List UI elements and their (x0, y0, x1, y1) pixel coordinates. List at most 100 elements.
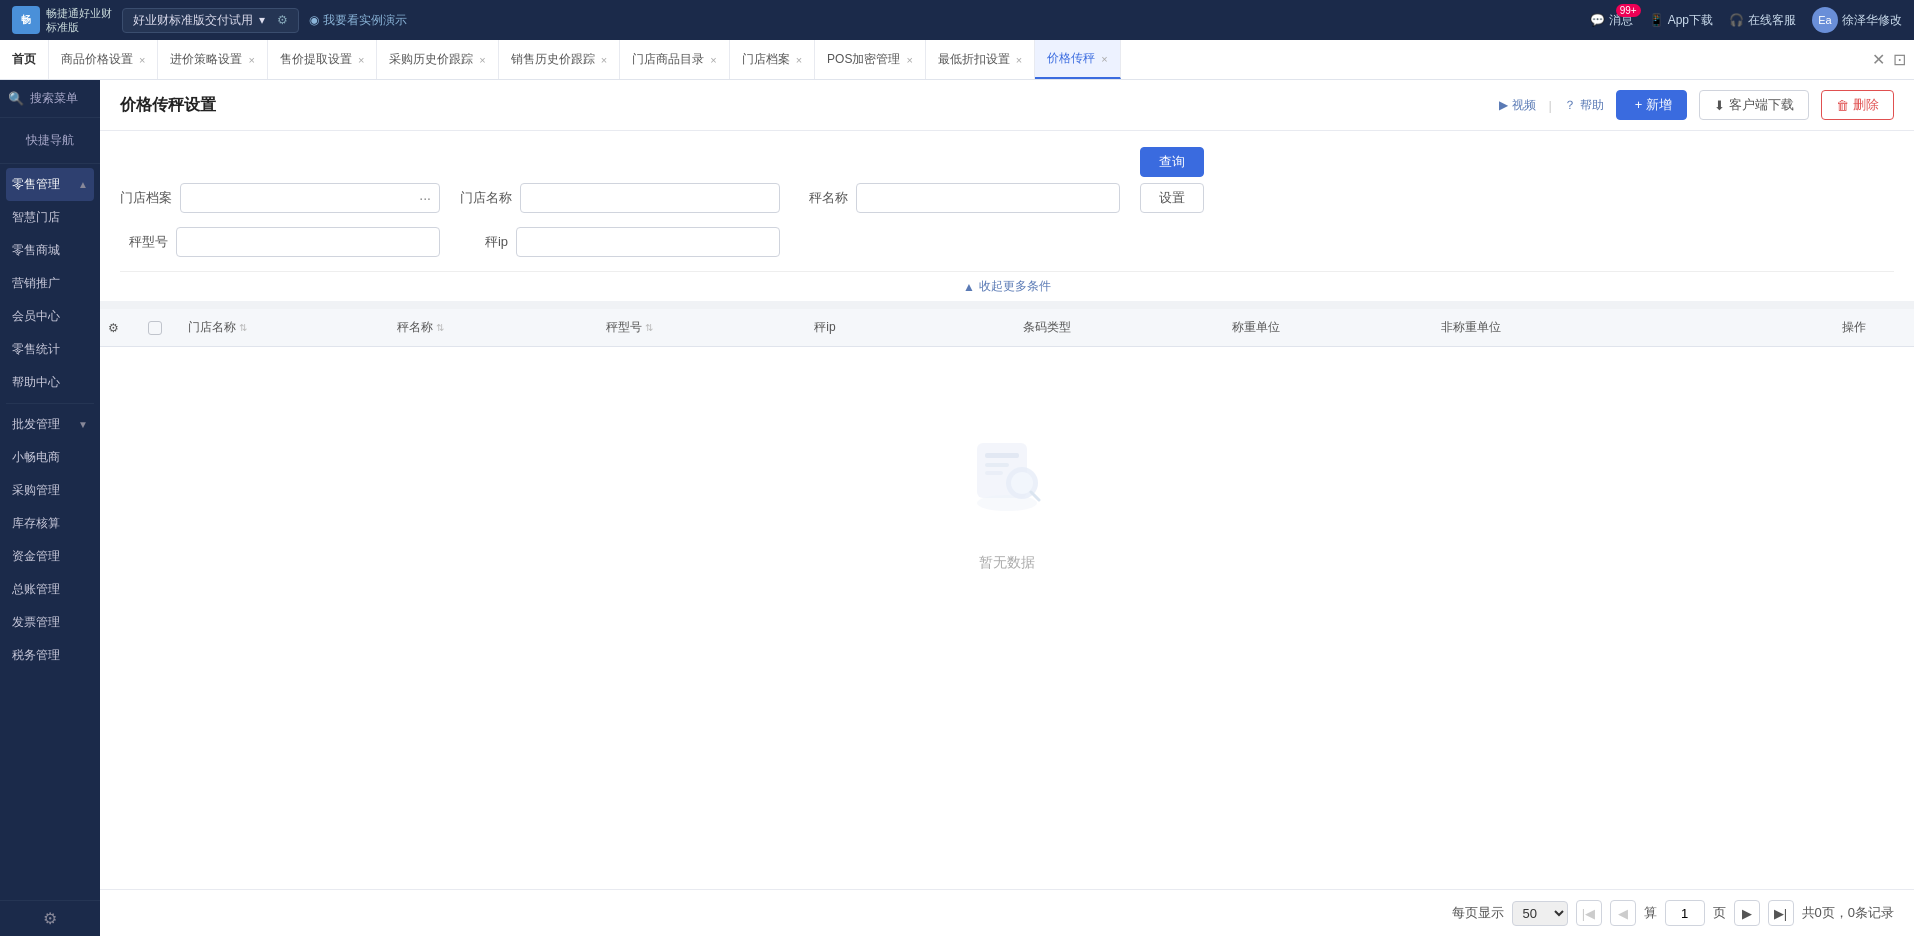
tab-price-scale-close[interactable]: × (1101, 53, 1107, 65)
sidebar-item-purchase[interactable]: 采购管理 (6, 474, 94, 507)
tab-min-discount-close[interactable]: × (1016, 54, 1022, 66)
tab-bar: 首页 商品价格设置 × 进价策略设置 × 售价提取设置 × 采购历史价跟踪 × … (0, 40, 1914, 80)
tab-store-archive-close[interactable]: × (796, 54, 802, 66)
version-selector[interactable]: 好业财标准版交付试用 ▾ ⚙ (122, 8, 299, 33)
sidebar-item-retail-stats[interactable]: 零售统计 (6, 333, 94, 366)
th-barcode-type-label: 条码类型 (1023, 319, 1071, 336)
tab-sales-history-close[interactable]: × (601, 54, 607, 66)
sidebar-item-wholesale[interactable]: 批发管理 ▼ (6, 408, 94, 441)
search-icon: 🔍 (8, 91, 24, 106)
sidebar-item-help-label: 帮助中心 (12, 374, 60, 391)
th-store-name[interactable]: 门店名称 ⇅ (180, 309, 389, 346)
sidebar-item-member[interactable]: 会员中心 (6, 300, 94, 333)
logo-icon: 畅 (12, 6, 40, 34)
prev-page-button[interactable]: ◀ (1610, 900, 1636, 926)
play-icon: ▶ (1499, 98, 1508, 112)
sidebar-item-finance[interactable]: 资金管理 (6, 540, 94, 573)
tab-home[interactable]: 首页 (0, 40, 49, 79)
tab-purchase-strategy-close[interactable]: × (248, 54, 254, 66)
scale-model-input[interactable] (176, 227, 440, 257)
tab-purchase-history-close[interactable]: × (479, 54, 485, 66)
th-gear[interactable]: ⚙ (100, 311, 140, 345)
ellipsis-icon: ··· (419, 190, 431, 206)
page-number-input[interactable] (1665, 900, 1705, 926)
messages-badge: 99+ (1616, 4, 1641, 17)
gear-icon[interactable]: ⚙ (277, 13, 288, 27)
tab-price-scale[interactable]: 价格传秤 × (1035, 40, 1120, 79)
sort-store-name-icon: ⇅ (239, 322, 247, 333)
divider-1: | (1548, 98, 1551, 113)
app-download-button[interactable]: 📱 App下载 (1649, 12, 1713, 29)
setting-button[interactable]: 设置 (1140, 183, 1204, 213)
search-menu-button[interactable]: 🔍 搜索菜单 (0, 80, 100, 118)
th-scale-name-label: 秤名称 (397, 319, 433, 336)
maximize-tab-icon[interactable]: ⊡ (1893, 50, 1906, 69)
sort-scale-model-icon: ⇅ (645, 322, 653, 333)
online-service-label: 在线客服 (1748, 12, 1796, 29)
add-button[interactable]: + 新增 (1616, 90, 1687, 120)
sidebar-item-ecommerce[interactable]: 小畅电商 (6, 441, 94, 474)
scale-name-input[interactable] (856, 183, 1120, 213)
scale-ip-input[interactable] (516, 227, 780, 257)
sidebar-item-inventory[interactable]: 库存核算 (6, 507, 94, 540)
tab-min-discount[interactable]: 最低折扣设置 × (926, 40, 1035, 79)
tab-pos-encrypt-close[interactable]: × (906, 54, 912, 66)
tab-purchase-strategy[interactable]: 进价策略设置 × (158, 40, 267, 79)
tab-sale-extract-close[interactable]: × (358, 54, 364, 66)
online-service-button[interactable]: 🎧 在线客服 (1729, 12, 1796, 29)
last-page-button[interactable]: ▶| (1768, 900, 1794, 926)
next-page-button[interactable]: ▶ (1734, 900, 1760, 926)
sidebar-item-invoice[interactable]: 发票管理 (6, 606, 94, 639)
sidebar-item-tax[interactable]: 税务管理 (6, 639, 94, 672)
tab-store-catalog-close[interactable]: × (710, 54, 716, 66)
sort-scale-name-icon: ⇅ (436, 322, 444, 333)
tab-goods-price-close[interactable]: × (139, 54, 145, 66)
tab-store-catalog[interactable]: 门店商品目录 × (620, 40, 729, 79)
sidebar-item-retail[interactable]: 零售管理 ▲ (6, 168, 94, 201)
total-label: 共0页，0条记录 (1802, 904, 1894, 922)
tab-purchase-history[interactable]: 采购历史价跟踪 × (377, 40, 498, 79)
th-scale-model[interactable]: 秤型号 ⇅ (598, 309, 807, 346)
tab-min-discount-label: 最低折扣设置 (938, 51, 1010, 68)
page-size-select[interactable]: 50 10 20 100 (1512, 901, 1568, 926)
close-tab-icon[interactable]: ✕ (1872, 50, 1885, 69)
store-name-input[interactable] (520, 183, 780, 213)
th-scale-name[interactable]: 秤名称 ⇅ (389, 309, 598, 346)
chevron-up-collapse-icon: ▲ (963, 280, 975, 294)
tab-store-catalog-label: 门店商品目录 (632, 51, 704, 68)
th-store-name-label: 门店名称 (188, 319, 236, 336)
sidebar-item-smart-store[interactable]: 智慧门店 (6, 201, 94, 234)
messages-button[interactable]: 💬 消息 99+ (1590, 12, 1633, 29)
tab-sale-extract[interactable]: 售价提取设置 × (268, 40, 377, 79)
download-button[interactable]: ⬇ 客户端下载 (1699, 90, 1809, 120)
store-archive-label: 门店档案 (120, 189, 172, 207)
first-page-button[interactable]: |◀ (1576, 900, 1602, 926)
sidebar-item-retail-mall[interactable]: 零售商城 (6, 234, 94, 267)
tab-pos-encrypt[interactable]: POS加密管理 × (815, 40, 926, 79)
sidebar-item-marketing[interactable]: 营销推广 (6, 267, 94, 300)
help-link[interactable]: ？ 帮助 (1564, 97, 1604, 114)
th-checkbox[interactable] (140, 311, 180, 345)
tab-home-label: 首页 (12, 51, 36, 68)
tab-store-archive[interactable]: 门店档案 × (730, 40, 815, 79)
chevron-down-icon-wholesale: ▼ (78, 419, 88, 430)
demo-link[interactable]: ◉ 我要看实例演示 (309, 12, 407, 29)
user-menu-button[interactable]: Ea 徐泽华修改 (1812, 7, 1902, 33)
query-button[interactable]: 查询 (1140, 147, 1204, 177)
sidebar-item-ledger[interactable]: 总账管理 (6, 573, 94, 606)
sidebar-quick-nav[interactable]: 快捷导航 (8, 126, 92, 155)
collapse-label: 收起更多条件 (979, 278, 1051, 295)
sidebar-item-wholesale-label: 批发管理 (12, 416, 60, 433)
select-all-checkbox[interactable] (148, 321, 162, 335)
delete-button[interactable]: 🗑 删除 (1821, 90, 1894, 120)
sidebar-item-ecommerce-label: 小畅电商 (12, 449, 60, 466)
tab-goods-price[interactable]: 商品价格设置 × (49, 40, 158, 79)
settings-icon[interactable]: ⚙ (43, 909, 57, 928)
video-link[interactable]: ▶ 视频 (1499, 97, 1536, 114)
collapse-button[interactable]: ▲ 收起更多条件 (120, 271, 1894, 301)
sidebar-item-help[interactable]: 帮助中心 (6, 366, 94, 399)
setting-label: 设置 (1159, 189, 1185, 207)
store-archive-select[interactable]: ··· (180, 183, 440, 213)
video-label: 视频 (1512, 97, 1536, 114)
tab-sales-history[interactable]: 销售历史价跟踪 × (499, 40, 620, 79)
